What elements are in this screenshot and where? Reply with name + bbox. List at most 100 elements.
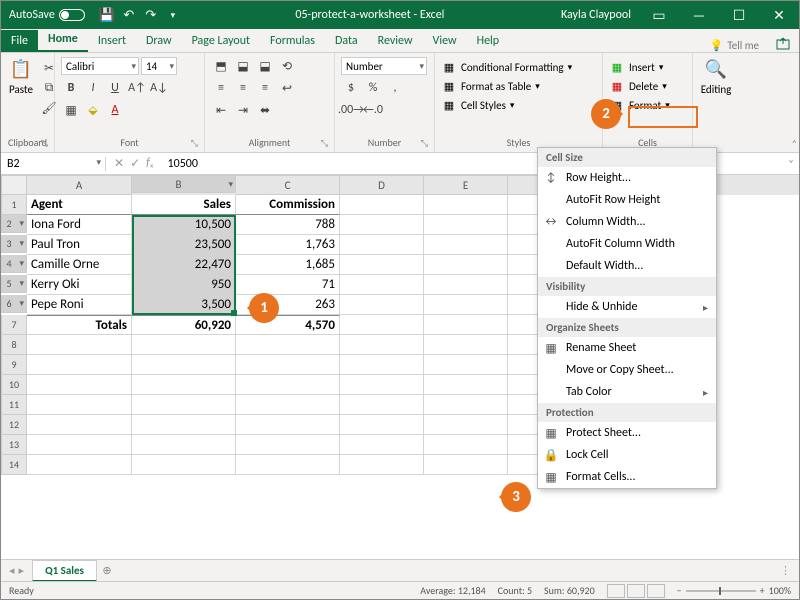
cell[interactable] xyxy=(27,375,132,395)
cell[interactable]: 22,470 xyxy=(132,255,236,275)
orientation-icon[interactable]: ⟲ xyxy=(277,57,297,75)
comma-format-icon[interactable]: , xyxy=(385,79,405,97)
cell[interactable] xyxy=(424,435,508,455)
cell[interactable] xyxy=(340,215,424,235)
menu-autofit-col[interactable]: AutoFit Column Width xyxy=(538,233,716,255)
cell[interactable]: 4,570 xyxy=(236,315,340,335)
menu-autofit-row[interactable]: AutoFit Row Height xyxy=(538,189,716,211)
tell-me-search[interactable]: 💡 Tell me xyxy=(702,39,767,52)
align-top-icon[interactable]: ⬒ xyxy=(211,57,231,75)
cell[interactable]: Commission xyxy=(236,195,340,215)
cell[interactable] xyxy=(424,395,508,415)
select-all-corner[interactable] xyxy=(1,175,27,195)
cell[interactable]: 3,500 xyxy=(132,295,236,315)
align-center-icon[interactable]: ≡ xyxy=(233,79,253,97)
grow-font-icon[interactable]: A↑ xyxy=(127,79,147,97)
cell[interactable] xyxy=(424,455,508,475)
cell[interactable] xyxy=(340,375,424,395)
decrease-indent-icon[interactable]: ⇤ xyxy=(211,101,231,119)
zoom-slider[interactable] xyxy=(686,590,756,592)
menu-tab-color[interactable]: Tab Color▸ xyxy=(538,381,716,403)
row-header[interactable]: 5 xyxy=(1,275,27,293)
cell[interactable]: 23,500 xyxy=(132,235,236,255)
align-left-icon[interactable]: ≡ xyxy=(211,79,231,97)
cell[interactable] xyxy=(340,235,424,255)
tab-draw[interactable]: Draw xyxy=(136,30,182,52)
cell[interactable]: 60,920 xyxy=(132,315,236,335)
insert-function-icon[interactable]: fₓ xyxy=(146,156,153,171)
zoom-in-icon[interactable]: + xyxy=(760,584,765,597)
increase-indent-icon[interactable]: ⇥ xyxy=(233,101,253,119)
row-header[interactable]: 13 xyxy=(1,435,27,455)
cell[interactable] xyxy=(340,315,424,335)
tab-page-layout[interactable]: Page Layout xyxy=(182,30,260,52)
row-header[interactable]: 6 xyxy=(1,295,27,313)
align-bottom-icon[interactable]: ⬓ xyxy=(255,57,275,75)
enter-formula-icon[interactable]: ✓ xyxy=(130,156,140,171)
cell[interactable] xyxy=(340,395,424,415)
sheet-nav-prev-icon[interactable]: ◂ xyxy=(9,564,15,577)
col-header[interactable]: E xyxy=(424,175,508,195)
cell[interactable] xyxy=(132,375,236,395)
font-size-select[interactable]: 14 xyxy=(141,57,177,75)
shrink-font-icon[interactable]: A↓ xyxy=(149,79,169,97)
format-as-table-button[interactable]: ▦ Format as Table▾ xyxy=(441,78,572,94)
menu-move-copy[interactable]: Move or Copy Sheet... xyxy=(538,359,716,381)
minimize-icon[interactable]: — xyxy=(679,1,719,29)
qat-dropdown-icon[interactable]: ▾ xyxy=(165,7,181,23)
increase-decimal-icon[interactable]: .00→ xyxy=(341,101,361,119)
zoom-out-icon[interactable]: − xyxy=(677,584,682,597)
number-format-select[interactable]: Number xyxy=(341,57,427,75)
cell[interactable] xyxy=(340,455,424,475)
row-header[interactable]: 4 xyxy=(1,255,27,273)
redo-icon[interactable]: ↷ xyxy=(143,7,159,23)
cell[interactable] xyxy=(236,355,340,375)
insert-cells-button[interactable]: ▦ Insert▾ xyxy=(609,59,670,75)
underline-button[interactable]: U xyxy=(105,79,125,97)
menu-protect-sheet[interactable]: ▦Protect Sheet... xyxy=(538,422,716,444)
cell[interactable]: Kerry Oki xyxy=(27,275,132,295)
col-header[interactable]: B xyxy=(132,175,236,193)
expand-formula-icon[interactable]: ˅ xyxy=(783,157,799,170)
cell[interactable]: Totals xyxy=(27,315,132,335)
autosave-toggle[interactable]: AutoSave xyxy=(1,8,93,22)
cell[interactable] xyxy=(236,435,340,455)
menu-lock-cell[interactable]: 🔒Lock Cell xyxy=(538,444,716,466)
align-right-icon[interactable]: ≡ xyxy=(255,79,275,97)
col-header[interactable]: D xyxy=(340,175,424,195)
cell[interactable] xyxy=(340,415,424,435)
font-color-icon[interactable]: A xyxy=(105,101,125,119)
col-header[interactable]: C xyxy=(236,175,340,195)
cell[interactable] xyxy=(424,315,508,335)
align-middle-icon[interactable]: ⬓ xyxy=(233,57,253,75)
font-name-select[interactable]: Calibri xyxy=(61,57,139,75)
row-header[interactable]: 3 xyxy=(1,235,27,253)
tab-insert[interactable]: Insert xyxy=(88,30,136,52)
collapse-ribbon-icon[interactable]: ˄ xyxy=(792,137,797,150)
cell[interactable]: Camille Orne xyxy=(27,255,132,275)
cell[interactable] xyxy=(132,455,236,475)
tab-home[interactable]: Home xyxy=(38,28,88,52)
borders-icon[interactable]: ▦ xyxy=(61,101,81,119)
cell[interactable] xyxy=(424,255,508,275)
cell[interactable] xyxy=(340,255,424,275)
cell[interactable] xyxy=(424,355,508,375)
cell[interactable]: 1,685 xyxy=(236,255,340,275)
cell[interactable] xyxy=(132,355,236,375)
menu-default-width[interactable]: Default Width... xyxy=(538,255,716,277)
close-icon[interactable]: ✕ xyxy=(759,1,799,29)
cell-styles-button[interactable]: ▦ Cell Styles▾ xyxy=(441,97,572,113)
cell[interactable] xyxy=(236,375,340,395)
menu-row-height[interactable]: ↕Row Height... xyxy=(538,167,716,189)
wrap-text-icon[interactable]: ↩ xyxy=(277,79,297,97)
row-header[interactable]: 10 xyxy=(1,375,27,395)
row-header[interactable]: 9 xyxy=(1,355,27,375)
cell[interactable] xyxy=(236,395,340,415)
cell[interactable] xyxy=(236,455,340,475)
cell[interactable] xyxy=(236,335,340,355)
cell[interactable] xyxy=(132,395,236,415)
cell[interactable] xyxy=(340,275,424,295)
share-button[interactable] xyxy=(767,36,799,52)
delete-cells-button[interactable]: ▦ Delete▾ xyxy=(609,78,670,94)
tab-formulas[interactable]: Formulas xyxy=(260,30,325,52)
